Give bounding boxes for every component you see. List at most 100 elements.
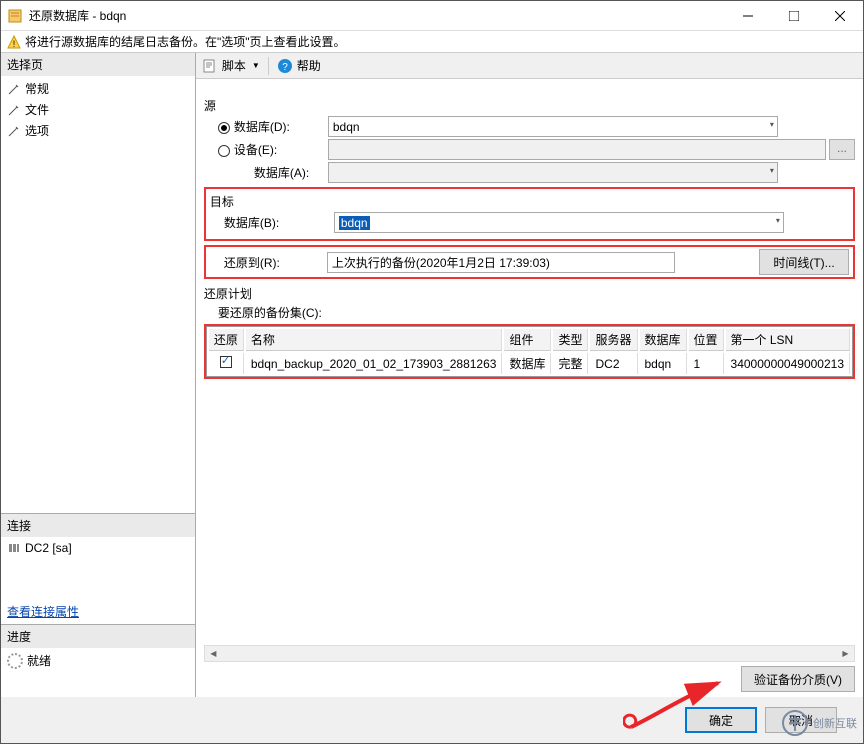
radio-device[interactable]: [218, 145, 230, 157]
toolbar-sep: [268, 57, 269, 75]
sidebar-item-label: 常规: [25, 80, 49, 97]
col-lsn[interactable]: 第一个 LSN: [726, 329, 850, 351]
cell-type: 完整: [553, 353, 588, 374]
source-db-radio-row[interactable]: 数据库(D):: [218, 118, 328, 135]
warning-text: 将进行源数据库的结尾日志备份。在"选项"页上查看此设置。: [25, 33, 346, 50]
main-area: 选择页 常规 文件 选项 连接: [1, 53, 863, 697]
radio-database[interactable]: [218, 122, 230, 134]
table-header-row: 还原 名称 组件 类型 服务器 数据库 位置 第一个 LSN: [209, 329, 850, 351]
col-server[interactable]: 服务器: [590, 329, 637, 351]
source-legend: 源: [204, 95, 855, 116]
restore-to-input[interactable]: 上次执行的备份(2020年1月2日 17:39:03): [327, 252, 675, 273]
restore-to-label: 还原到(R):: [210, 254, 317, 271]
sidebar-item-label: 文件: [25, 101, 49, 118]
close-button[interactable]: [817, 1, 863, 31]
sidebar-item-general[interactable]: 常规: [1, 78, 195, 99]
wand-icon: [7, 103, 21, 117]
warning-bar: ! 将进行源数据库的结尾日志备份。在"选项"页上查看此设置。: [1, 31, 863, 53]
timeline-button[interactable]: 时间线(T)...: [759, 249, 849, 275]
backupsets-label: 要还原的备份集(C):: [218, 304, 855, 321]
script-button[interactable]: 脚本: [222, 57, 246, 74]
verify-backup-label: 验证备份介质(V): [754, 671, 842, 688]
view-connection-props-link[interactable]: 查看连接属性: [1, 601, 85, 622]
cell-position: 1: [689, 353, 724, 374]
server-icon: [7, 541, 21, 555]
app-icon: [7, 8, 23, 24]
chevron-down-icon: ▾: [776, 216, 780, 225]
target-db-label: 数据库(B):: [224, 214, 334, 231]
backup-sets-table[interactable]: 还原 名称 组件 类型 服务器 数据库 位置 第一个 LSN: [206, 326, 853, 377]
timeline-button-label: 时间线(T)...: [773, 254, 834, 271]
browse-device-button: ...: [829, 139, 855, 160]
scroll-right-arrow[interactable]: ▶: [837, 646, 854, 661]
svg-text:!: !: [13, 39, 16, 49]
sidebar-item-files[interactable]: 文件: [1, 99, 195, 120]
connection-header: 连接: [1, 514, 195, 537]
radio-device-label: 设备(E):: [234, 143, 277, 157]
target-group: 目标 数据库(B): bdqn ▾: [210, 191, 849, 233]
minimize-button[interactable]: [725, 1, 771, 31]
cell-component: 数据库: [504, 353, 551, 374]
watermark-text: 创新互联: [813, 715, 857, 731]
form-area: 源 数据库(D): bdqn ▾ 设备(E):: [196, 79, 863, 697]
source-group: 源 数据库(D): bdqn ▾ 设备(E):: [204, 95, 855, 183]
source-device-input: [328, 139, 826, 160]
arrow-annotation: [623, 677, 733, 735]
source-database-a-label: 数据库(A):: [218, 164, 328, 181]
wand-icon: [7, 124, 21, 138]
cell-name: bdqn_backup_2020_01_02_173903_2881263: [246, 353, 503, 374]
cell-database: bdqn: [640, 353, 687, 374]
source-database-a-select: ▾: [328, 162, 778, 183]
restore-to-highlight: 还原到(R): 上次执行的备份(2020年1月2日 17:39:03) 时间线(…: [204, 245, 855, 279]
connection-value-row: DC2 [sa]: [1, 539, 195, 557]
source-database-select[interactable]: bdqn ▾: [328, 116, 778, 137]
progress-value: 就绪: [27, 652, 51, 669]
help-icon[interactable]: ?: [277, 58, 293, 74]
dialog-footer: 确定 取消: [1, 697, 863, 743]
col-component[interactable]: 组件: [504, 329, 551, 351]
wand-icon: [7, 82, 21, 96]
toolbar: 脚本 ▼ ? 帮助: [196, 53, 863, 79]
table-row[interactable]: bdqn_backup_2020_01_02_173903_2881263 数据…: [209, 353, 850, 374]
target-highlight: 目标 数据库(B): bdqn ▾: [204, 187, 855, 241]
verify-backup-button[interactable]: 验证备份介质(V): [741, 666, 855, 692]
warning-icon: !: [7, 35, 21, 49]
chevron-down-icon: ▾: [770, 120, 774, 129]
backup-table-highlight: 还原 名称 组件 类型 服务器 数据库 位置 第一个 LSN: [204, 324, 855, 379]
col-position[interactable]: 位置: [689, 329, 724, 351]
help-button[interactable]: 帮助: [297, 57, 321, 74]
title-bar: 还原数据库 - bdqn: [1, 1, 863, 31]
window-title: 还原数据库 - bdqn: [29, 7, 725, 24]
horizontal-scrollbar[interactable]: ◀ ▶: [204, 645, 855, 662]
script-icon[interactable]: [202, 58, 218, 74]
radio-database-label: 数据库(D):: [234, 120, 290, 134]
svg-text:?: ?: [282, 62, 288, 73]
sidebar: 选择页 常规 文件 选项 连接: [1, 53, 196, 697]
target-database-value: bdqn: [339, 216, 370, 230]
progress-row: 就绪: [1, 650, 195, 671]
content-panel: 脚本 ▼ ? 帮助 源 数据库(D): bdqn ▾: [196, 53, 863, 697]
maximize-button[interactable]: [771, 1, 817, 31]
cell-lsn: 34000000049000213: [726, 353, 850, 374]
restore-plan-group: 还原计划 要还原的备份集(C): 还原 名称 组件 类型 服务器 数: [204, 283, 855, 692]
sidebar-item-options[interactable]: 选项: [1, 120, 195, 141]
col-type[interactable]: 类型: [553, 329, 588, 351]
script-dropdown-arrow[interactable]: ▼: [252, 61, 260, 70]
source-database-value: bdqn: [333, 120, 360, 134]
col-restore[interactable]: 还原: [209, 329, 244, 351]
target-database-select[interactable]: bdqn ▾: [334, 212, 784, 233]
restore-checkbox[interactable]: [220, 356, 232, 368]
connection-value: DC2 [sa]: [25, 541, 72, 555]
col-database[interactable]: 数据库: [640, 329, 687, 351]
source-device-radio-row[interactable]: 设备(E):: [218, 141, 328, 158]
spinner-icon: [7, 653, 23, 669]
col-name[interactable]: 名称: [246, 329, 503, 351]
restore-plan-legend: 还原计划: [204, 283, 855, 304]
sidebar-item-label: 选项: [25, 122, 49, 139]
restore-to-value: 上次执行的备份(2020年1月2日 17:39:03): [332, 254, 550, 271]
target-legend: 目标: [210, 191, 849, 212]
cell-server: DC2: [590, 353, 637, 374]
watermark-logo: 创新互联: [781, 709, 857, 737]
scroll-track[interactable]: [222, 646, 837, 661]
scroll-left-arrow[interactable]: ◀: [205, 646, 222, 661]
